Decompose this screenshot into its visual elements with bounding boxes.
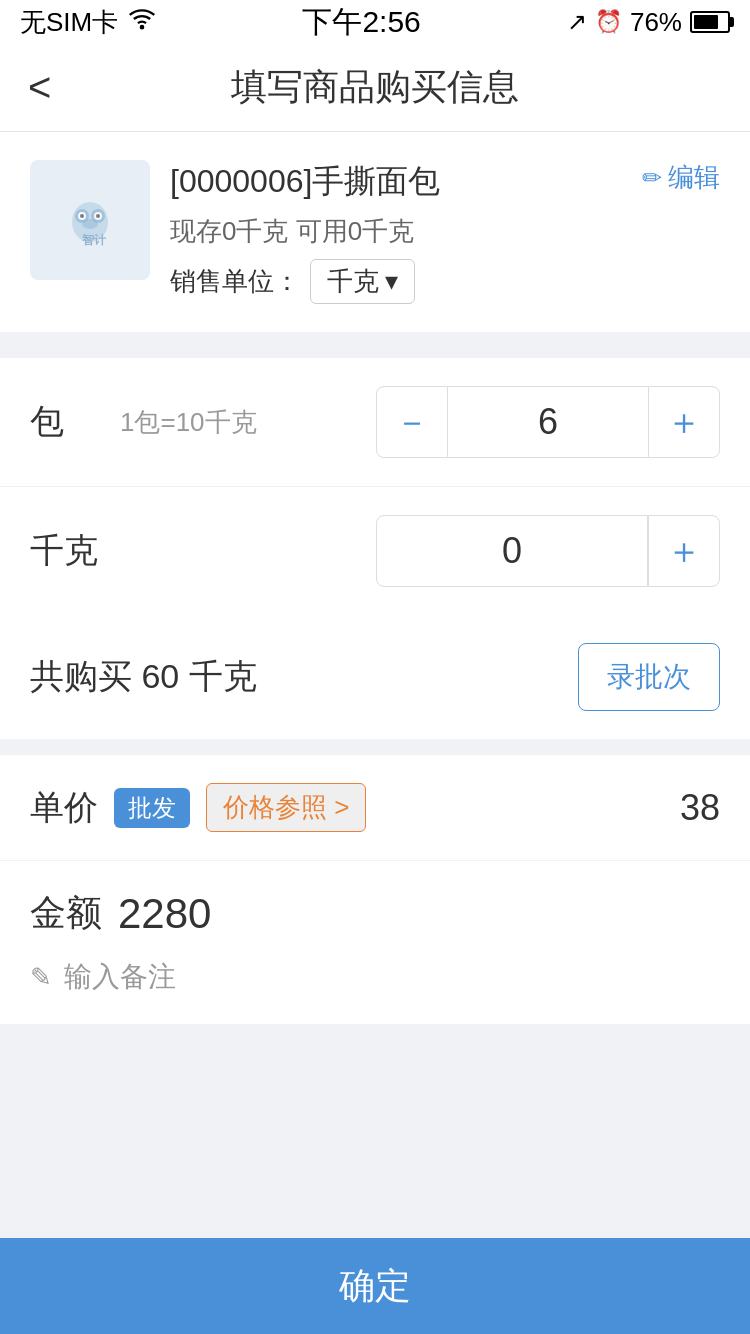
price-row: 单价 批发 价格参照 > 38 [0, 755, 750, 861]
kg-quantity-row: 千克 ＋ [0, 487, 750, 615]
remark-label: 输入备注 [64, 958, 176, 996]
product-thumbnail: 智计 [30, 160, 150, 280]
product-info: [0000006]手撕面包 ✏ 编辑 现存0千克 可用0千克 销售单位： 千克 … [170, 160, 720, 304]
status-time: 下午2:56 [302, 2, 420, 43]
amount-row: 金额 2280 [30, 889, 720, 938]
kg-plus-button[interactable]: ＋ [648, 515, 720, 587]
product-stock: 现存0千克 可用0千克 [170, 214, 720, 249]
unit-label: 销售单位： [170, 264, 300, 299]
bag-qty-control: － ＋ [376, 386, 720, 458]
nav-bar: < 填写商品购买信息 [0, 44, 750, 132]
status-bar: 无SIM卡 下午2:56 ↗ ⏰ 76% [0, 0, 750, 44]
price-value: 38 [680, 787, 720, 829]
kg-qty-input[interactable] [376, 515, 648, 587]
kg-label: 千克 [30, 528, 110, 574]
bag-plus-button[interactable]: ＋ [648, 386, 720, 458]
amount-label: 金额 [30, 889, 102, 938]
price-type-tag: 批发 [114, 788, 190, 828]
svg-point-8 [82, 219, 98, 229]
bag-quantity-row: 包 1包=10千克 － ＋ [0, 358, 750, 487]
kg-qty-control: ＋ [376, 515, 720, 587]
alarm-icon: ⏰ [595, 9, 622, 35]
carrier-label: 无SIM卡 [20, 5, 118, 40]
edit-button[interactable]: ✏ 编辑 [642, 160, 720, 195]
wifi-icon [128, 5, 156, 40]
total-row: 共购买 60 千克 录批次 [0, 615, 750, 739]
product-unit-row: 销售单位： 千克 ▾ [170, 259, 720, 304]
product-name: [0000006]手撕面包 [170, 160, 642, 204]
bag-qty-input[interactable] [448, 386, 648, 458]
battery-icon [690, 11, 730, 33]
edit-icon: ✏ [642, 164, 662, 192]
remark-row[interactable]: ✎ 输入备注 [30, 958, 720, 996]
section-divider-2 [0, 739, 750, 755]
record-batch-button[interactable]: 录批次 [578, 643, 720, 711]
price-reference-button[interactable]: 价格参照 > [206, 783, 366, 832]
total-label: 共购买 60 千克 [30, 654, 257, 700]
product-title-row: [0000006]手撕面包 ✏ 编辑 [170, 160, 720, 204]
bag-hint: 1包=10千克 [120, 405, 376, 440]
price-label: 单价 [30, 785, 98, 831]
amount-value: 2280 [118, 890, 211, 938]
svg-text:智计: 智计 [81, 233, 107, 247]
pencil-icon: ✎ [30, 962, 52, 993]
svg-point-6 [80, 214, 84, 218]
chevron-down-icon: ▾ [385, 266, 398, 297]
bag-label: 包 [30, 399, 110, 445]
status-left: 无SIM卡 [20, 5, 156, 40]
unit-select[interactable]: 千克 ▾ [310, 259, 415, 304]
svg-point-7 [96, 214, 100, 218]
battery-label: 76% [630, 7, 682, 38]
product-card: 智计 [0000006]手撕面包 ✏ 编辑 现存0千克 可用0千克 销售单位： … [0, 132, 750, 342]
back-button[interactable]: < [28, 65, 51, 110]
page-title: 填写商品购买信息 [231, 63, 519, 112]
section-divider-1 [0, 342, 750, 358]
amount-section: 金额 2280 ✎ 输入备注 [0, 861, 750, 1025]
location-icon: ↗ [567, 8, 587, 36]
edit-label: 编辑 [668, 160, 720, 195]
bag-minus-button[interactable]: － [376, 386, 448, 458]
confirm-label: 确定 [339, 1262, 411, 1311]
status-right: ↗ ⏰ 76% [567, 7, 730, 38]
confirm-button[interactable]: 确定 [0, 1238, 750, 1334]
svg-point-0 [141, 26, 143, 28]
